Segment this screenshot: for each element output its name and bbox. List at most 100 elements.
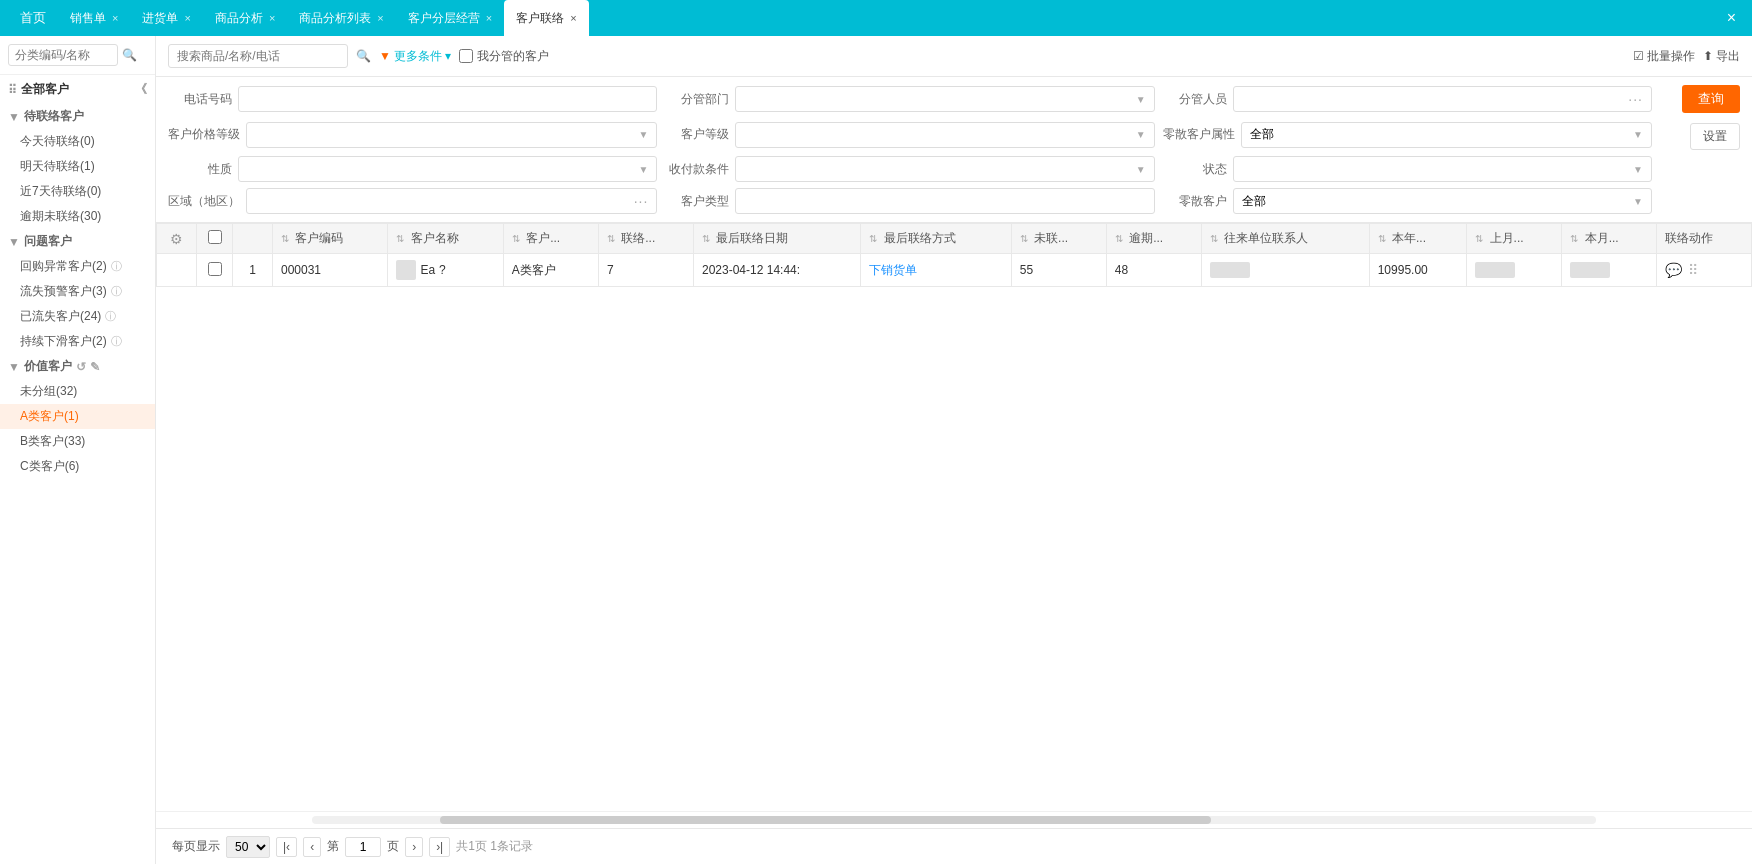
table-header-this-month[interactable]: ⇅ 本月... [1562, 224, 1657, 254]
table-header-no-contact[interactable]: ⇅ 未联... [1011, 224, 1106, 254]
sidebar-item-7days[interactable]: 近7天待联络(0) [0, 179, 155, 204]
data-table-wrapper: ⚙ ⇅ 客户编码 ⇅ 客户名称 [156, 223, 1752, 811]
row-checkbox-cell[interactable] [197, 254, 233, 287]
info-icon-4: ⓘ [111, 334, 122, 349]
window-close-button[interactable]: × [1719, 9, 1744, 27]
dept-select[interactable]: ▼ [735, 86, 1154, 112]
refresh-icon[interactable]: ↺ [76, 360, 86, 374]
page-number-input[interactable] [345, 837, 381, 857]
close-customer-segment-tab[interactable]: × [486, 12, 492, 24]
sort-icon-type: ⇅ [512, 233, 520, 244]
retail-attr-select[interactable]: 全部 ▼ [1241, 122, 1652, 148]
settings-gear-icon[interactable]: ⚙ [170, 231, 183, 247]
close-sales-tab[interactable]: × [112, 12, 118, 24]
chevron-down-icon-3: ▼ [1136, 129, 1146, 140]
dots-icon: ··· [1628, 91, 1643, 107]
action-more-icon[interactable]: ⠿ [1688, 262, 1698, 278]
sidebar: 🔍 ⠿ 全部客户 《 ▼ 待联络客户 今天待联络(0) 明天待联络(1) 近7天… [0, 36, 156, 864]
row-last-date: 2023-04-12 14:44: [694, 254, 861, 287]
manager-dots[interactable]: ··· [1233, 86, 1652, 112]
sort-icon-this-year: ⇅ [1378, 233, 1386, 244]
nav-tab-sales[interactable]: 销售单 × [58, 0, 130, 36]
sidebar-search-input[interactable] [8, 44, 118, 66]
sidebar-item-unclassified[interactable]: 未分组(32) [0, 379, 155, 404]
table-header-this-year[interactable]: ⇅ 本年... [1369, 224, 1467, 254]
sidebar-collapse-icon[interactable]: 《 [135, 81, 147, 98]
next-page-btn[interactable]: › [405, 837, 423, 857]
close-goods-analysis-tab[interactable]: × [269, 12, 275, 24]
row-contact: 7 [598, 254, 693, 287]
nav-tab-goods-analysis-list[interactable]: 商品分析列表 × [287, 0, 395, 36]
sort-icon-last-method: ⇅ [869, 233, 877, 244]
table-header-last-date[interactable]: ⇅ 最后联络日期 [694, 224, 861, 254]
nav-home-tab[interactable]: 首页 [8, 0, 58, 36]
table-header-name[interactable]: ⇅ 客户名称 [388, 224, 503, 254]
row-last-method[interactable]: 下销货单 [861, 254, 1011, 287]
close-customer-contact-tab[interactable]: × [570, 12, 576, 24]
table-header-checkbox[interactable] [197, 224, 233, 254]
nav-tab-goods-analysis[interactable]: 商品分析 × [203, 0, 287, 36]
first-page-btn[interactable]: |‹ [276, 837, 297, 857]
sidebar-item-class-c[interactable]: C类客户(6) [0, 454, 155, 479]
per-page-select[interactable]: 50 [226, 836, 270, 858]
sidebar-search-icon[interactable]: 🔍 [122, 48, 137, 62]
export-btn[interactable]: ⬆ 导出 [1703, 48, 1740, 65]
nav-tab-purchase[interactable]: 进货单 × [130, 0, 202, 36]
sort-icon-last-date: ⇅ [702, 233, 710, 244]
table-header-contact[interactable]: ⇅ 联络... [598, 224, 693, 254]
customer-level-select[interactable]: ▼ [735, 122, 1154, 148]
sidebar-item-today[interactable]: 今天待联络(0) [0, 129, 155, 154]
triangle-icon-2: ▼ [8, 235, 20, 249]
batch-op-btn[interactable]: ☑ 批量操作 [1633, 48, 1695, 65]
sidebar-item-overdue[interactable]: 逾期未联络(30) [0, 204, 155, 229]
customer-avatar [396, 260, 416, 280]
table-header-settings[interactable]: ⚙ [157, 224, 197, 254]
retail-customer-select[interactable]: 全部 ▼ [1233, 188, 1652, 214]
triangle-icon-3: ▼ [8, 360, 20, 374]
sort-icon-overdue: ⇅ [1115, 233, 1123, 244]
settings-button[interactable]: 设置 [1690, 123, 1740, 150]
sidebar-all-customers[interactable]: ⠿ 全部客户 《 [0, 75, 155, 104]
payment-select[interactable]: ▼ [735, 156, 1154, 182]
sort-icon-contact: ⇅ [607, 233, 615, 244]
search-input[interactable] [168, 44, 348, 68]
action-chat-icon[interactable]: 💬 [1665, 262, 1682, 278]
horizontal-scrollbar[interactable] [312, 816, 1596, 824]
more-conditions-btn[interactable]: ▼ 更多条件 ▾ [379, 48, 451, 65]
table-header-last-month[interactable]: ⇅ 上月... [1467, 224, 1562, 254]
table-header-overdue[interactable]: ⇅ 逾期... [1106, 224, 1201, 254]
search-icon[interactable]: 🔍 [356, 49, 371, 63]
table-header-last-method[interactable]: ⇅ 最后联络方式 [861, 224, 1011, 254]
price-level-select[interactable]: ▼ [246, 122, 657, 148]
nature-select[interactable]: ▼ [238, 156, 657, 182]
edit-icon[interactable]: ✎ [90, 360, 100, 374]
table-header-code[interactable]: ⇅ 客户编码 [273, 224, 388, 254]
sidebar-item-class-b[interactable]: B类客户(33) [0, 429, 155, 454]
last-method-link[interactable]: 下销货单 [869, 263, 917, 277]
prev-page-btn[interactable]: ‹ [303, 837, 321, 857]
customer-type-input[interactable] [735, 188, 1154, 214]
region-dots[interactable]: ··· [246, 188, 657, 214]
close-purchase-tab[interactable]: × [184, 12, 190, 24]
phone-input[interactable] [238, 86, 657, 112]
filter-phone: 电话号码 [168, 86, 657, 112]
table-header-type[interactable]: ⇅ 客户... [503, 224, 598, 254]
close-goods-list-tab[interactable]: × [377, 12, 383, 24]
last-page-btn[interactable]: ›| [429, 837, 450, 857]
sidebar-item-lost[interactable]: 已流失客户(24) ⓘ [0, 304, 155, 329]
query-button[interactable]: 查询 [1682, 85, 1740, 113]
filter-customer-level: 客户等级 ▼ [665, 122, 1154, 148]
my-customers-checkbox[interactable] [459, 49, 473, 63]
table-header-company-contact[interactable]: ⇅ 往来单位联系人 [1201, 224, 1369, 254]
select-all-checkbox[interactable] [208, 230, 222, 244]
sidebar-item-tomorrow[interactable]: 明天待联络(1) [0, 154, 155, 179]
sidebar-item-class-a[interactable]: A类客户(1) [0, 404, 155, 429]
last-month-placeholder [1475, 262, 1515, 278]
sidebar-item-lost-risk[interactable]: 流失预警客户(3) ⓘ [0, 279, 155, 304]
sidebar-item-repeat-buy[interactable]: 回购异常客户(2) ⓘ [0, 254, 155, 279]
sidebar-item-decline[interactable]: 持续下滑客户(2) ⓘ [0, 329, 155, 354]
status-select[interactable]: ▼ [1233, 156, 1652, 182]
nav-tab-customer-segment[interactable]: 客户分层经营 × [396, 0, 504, 36]
row-checkbox[interactable] [208, 262, 222, 276]
nav-tab-customer-contact[interactable]: 客户联络 × [504, 0, 588, 36]
